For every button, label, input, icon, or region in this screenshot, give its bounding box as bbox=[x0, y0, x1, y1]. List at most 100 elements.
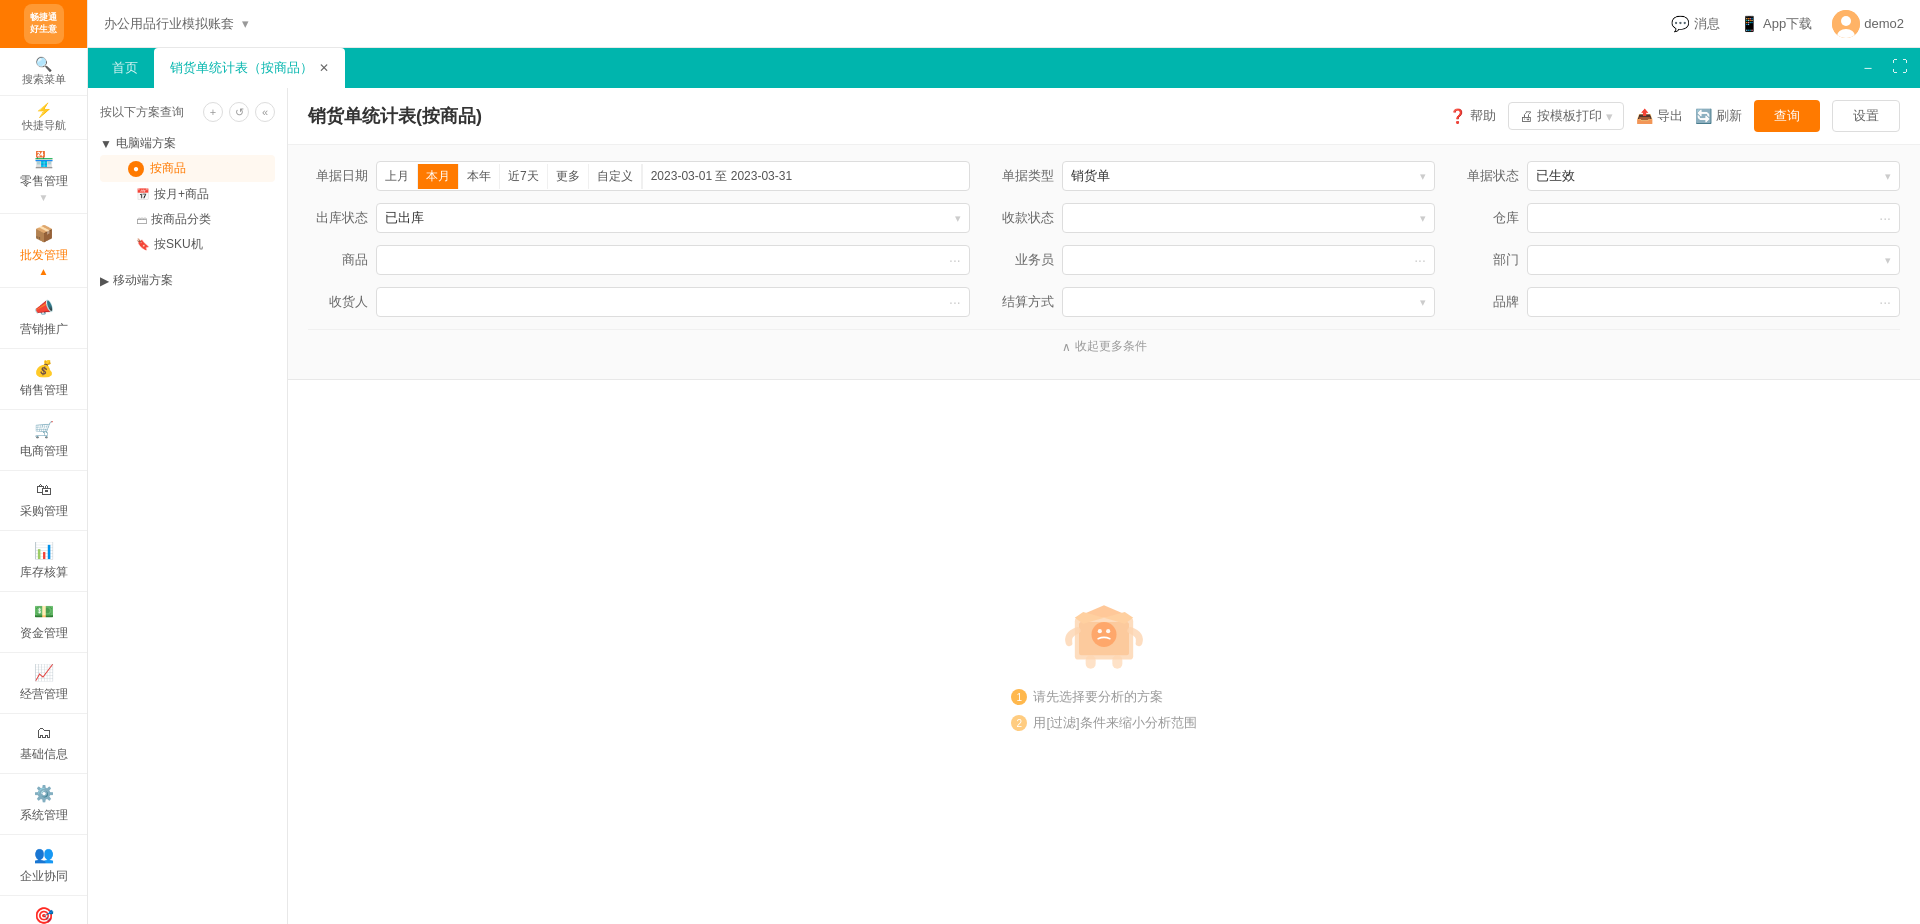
right-panel: 销货单统计表(按商品) ❓ 帮助 🖨 按模板打印 ▾ 📤 导出 bbox=[288, 88, 1920, 924]
sidebar-item-marketing[interactable]: 📣 营销推广 bbox=[0, 288, 87, 349]
doc-status-filter-item: 单据状态 已生效 ▾ bbox=[1459, 161, 1900, 191]
scheme-by-sku[interactable]: 🔖 按SKU机 bbox=[100, 232, 275, 257]
refresh-btn[interactable]: 🔄 刷新 bbox=[1695, 107, 1742, 125]
salesperson-select[interactable]: ··· bbox=[1062, 245, 1435, 275]
sidebar-item-guide[interactable]: 🎯 新手引导 bbox=[0, 896, 87, 924]
empty-illustration bbox=[1054, 572, 1154, 672]
sidebar-item-sales[interactable]: 💰 销售管理 bbox=[0, 349, 87, 410]
user-name: demo2 bbox=[1864, 16, 1904, 31]
brand-filter-item: 品牌 ··· bbox=[1459, 287, 1900, 317]
sidebar-item-inventory[interactable]: 📊 库存核算 bbox=[0, 531, 87, 592]
add-scheme-btn[interactable]: + bbox=[203, 102, 223, 122]
brand-label: 品牌 bbox=[1459, 293, 1519, 311]
sidebar-item-retail[interactable]: 🏪 零售管理 ▼ bbox=[0, 140, 87, 214]
page-actions: ❓ 帮助 🖨 按模板打印 ▾ 📤 导出 🔄 刷新 bbox=[1449, 100, 1900, 132]
pc-group-title[interactable]: ▼ 电脑端方案 bbox=[100, 132, 275, 155]
date-custom-btn[interactable]: 自定义 bbox=[589, 164, 642, 189]
date-filter-item: 单据日期 上月 本月 本年 近7天 更多 自定义 2023-03-01 至 20… bbox=[308, 161, 970, 191]
date-last-month-btn[interactable]: 上月 bbox=[377, 164, 418, 189]
print-arrow-icon: ▾ bbox=[1606, 109, 1613, 124]
svg-point-7 bbox=[1106, 629, 1110, 633]
payment-status-select[interactable]: ▾ bbox=[1062, 203, 1435, 233]
svg-rect-8 bbox=[1086, 655, 1096, 668]
payment-status-label: 收款状态 bbox=[994, 209, 1054, 227]
dots-icon: ··· bbox=[1879, 210, 1891, 226]
marketing-icon: 📣 bbox=[34, 298, 54, 317]
collapse-btn[interactable]: ∧ 收起更多条件 bbox=[308, 329, 1900, 363]
refresh-scheme-btn[interactable]: ↺ bbox=[229, 102, 249, 122]
minimize-icon[interactable]: － bbox=[1856, 54, 1880, 83]
department-label: 部门 bbox=[1459, 251, 1519, 269]
department-select[interactable]: ▾ bbox=[1527, 245, 1900, 275]
app-logo: 畅捷通 好生意 bbox=[0, 0, 87, 48]
doc-status-select[interactable]: 已生效 ▾ bbox=[1527, 161, 1900, 191]
print-icon: 🖨 bbox=[1519, 108, 1533, 124]
doc-status-label: 单据状态 bbox=[1459, 167, 1519, 185]
sidebar-item-enterprise[interactable]: 👥 企业协同 bbox=[0, 835, 87, 896]
tab-home[interactable]: 首页 bbox=[96, 48, 154, 88]
date-7days-btn[interactable]: 近7天 bbox=[500, 164, 548, 189]
filter-row-2: 出库状态 已出库 ▾ 收款状态 ▾ bbox=[308, 203, 1900, 233]
sidebar-item-operations[interactable]: 📈 经营管理 bbox=[0, 653, 87, 714]
tab-close-icon[interactable]: ✕ bbox=[319, 61, 329, 75]
export-btn[interactable]: 📤 导出 bbox=[1636, 107, 1683, 125]
avatar bbox=[1832, 10, 1860, 38]
out-status-label: 出库状态 bbox=[308, 209, 368, 227]
recipient-select[interactable]: ··· bbox=[376, 287, 970, 317]
logo-image: 畅捷通 好生意 bbox=[24, 4, 64, 44]
help-icon: ❓ bbox=[1449, 108, 1466, 124]
mobile-group-title[interactable]: ▶ 移动端方案 bbox=[100, 269, 275, 292]
user-profile[interactable]: demo2 bbox=[1832, 10, 1904, 38]
dropdown-arrow[interactable]: ▾ bbox=[242, 16, 249, 31]
sidebar-item-finance[interactable]: 💵 资金管理 bbox=[0, 592, 87, 653]
scheme-by-category[interactable]: 🗃 按商品分类 bbox=[100, 207, 275, 232]
export-icon: 📤 bbox=[1636, 108, 1653, 124]
department-filter-item: 部门 ▾ bbox=[1459, 245, 1900, 275]
date-more-btn[interactable]: 更多 bbox=[548, 164, 589, 189]
sidebar-item-basic[interactable]: 🗂 基础信息 bbox=[0, 714, 87, 774]
tip-num-1: 1 bbox=[1011, 689, 1027, 705]
finance-icon: 💵 bbox=[34, 602, 54, 621]
sidebar: 畅捷通 好生意 🔍 搜索菜单 ⚡ 快捷导航 🏪 零售管理 ▼ 📦 批发管理 ▲ … bbox=[0, 0, 88, 924]
doc-type-select[interactable]: 销货单 ▾ bbox=[1062, 161, 1435, 191]
sidebar-item-purchase[interactable]: 🛍 采购管理 bbox=[0, 471, 87, 531]
app-download-btn[interactable]: 📱 App下载 bbox=[1740, 15, 1812, 33]
header-left: 办公用品行业模拟账套 ▾ bbox=[104, 15, 249, 33]
settlement-select[interactable]: ▾ bbox=[1062, 287, 1435, 317]
tab-sales-stat[interactable]: 销货单统计表（按商品） ✕ bbox=[154, 48, 345, 88]
warehouse-label: 仓库 bbox=[1459, 209, 1519, 227]
scheme-by-product[interactable]: ● 按商品 bbox=[100, 155, 275, 182]
settlement-chevron-icon: ▾ bbox=[1420, 296, 1426, 309]
out-status-select[interactable]: 已出库 ▾ bbox=[376, 203, 970, 233]
svg-rect-9 bbox=[1112, 655, 1122, 668]
guide-icon: 🎯 bbox=[34, 906, 54, 924]
sidebar-item-system[interactable]: ⚙️ 系统管理 bbox=[0, 774, 87, 835]
sidebar-item-wholesale[interactable]: 📦 批发管理 ▲ bbox=[0, 214, 87, 288]
settings-btn[interactable]: 设置 bbox=[1832, 100, 1900, 132]
scheme-active-icon: ● bbox=[128, 161, 144, 177]
main-area: 办公用品行业模拟账套 ▾ 💬 消息 📱 App下载 de bbox=[88, 0, 1920, 924]
sidebar-item-ecommerce[interactable]: 🛒 电商管理 bbox=[0, 410, 87, 471]
product-select[interactable]: ··· bbox=[376, 245, 970, 275]
print-btn[interactable]: 🖨 按模板打印 ▾ bbox=[1508, 102, 1624, 130]
message-btn[interactable]: 💬 消息 bbox=[1671, 15, 1720, 33]
recipient-dots-icon: ··· bbox=[949, 294, 961, 310]
help-btn[interactable]: ❓ 帮助 bbox=[1449, 107, 1496, 125]
top-header: 办公用品行业模拟账套 ▾ 💬 消息 📱 App下载 de bbox=[88, 0, 1920, 48]
tab-bar: 首页 销货单统计表（按商品） ✕ － ⛶ bbox=[88, 48, 1920, 88]
warehouse-select[interactable]: ··· bbox=[1527, 203, 1900, 233]
collapse-panel-btn[interactable]: « bbox=[255, 102, 275, 122]
scheme-by-month-product[interactable]: 📅 按月+商品 bbox=[100, 182, 275, 207]
quick-nav[interactable]: ⚡ 快捷导航 bbox=[0, 96, 87, 140]
date-filter: 上月 本月 本年 近7天 更多 自定义 2023-03-01 至 2023-03… bbox=[376, 161, 970, 191]
date-this-year-btn[interactable]: 本年 bbox=[459, 164, 500, 189]
brand-select[interactable]: ··· bbox=[1527, 287, 1900, 317]
search-menu[interactable]: 🔍 搜索菜单 bbox=[0, 48, 87, 96]
query-btn[interactable]: 查询 bbox=[1754, 100, 1820, 132]
system-icon: ⚙️ bbox=[34, 784, 54, 803]
date-this-month-btn[interactable]: 本月 bbox=[418, 164, 459, 189]
settlement-filter-item: 结算方式 ▾ bbox=[994, 287, 1435, 317]
out-status-filter-item: 出库状态 已出库 ▾ bbox=[308, 203, 970, 233]
maximize-icon[interactable]: ⛶ bbox=[1888, 54, 1912, 83]
page-content: 按以下方案查询 + ↺ « ▼ 电脑端方案 ● 按商品 📅 bbox=[88, 88, 1920, 924]
